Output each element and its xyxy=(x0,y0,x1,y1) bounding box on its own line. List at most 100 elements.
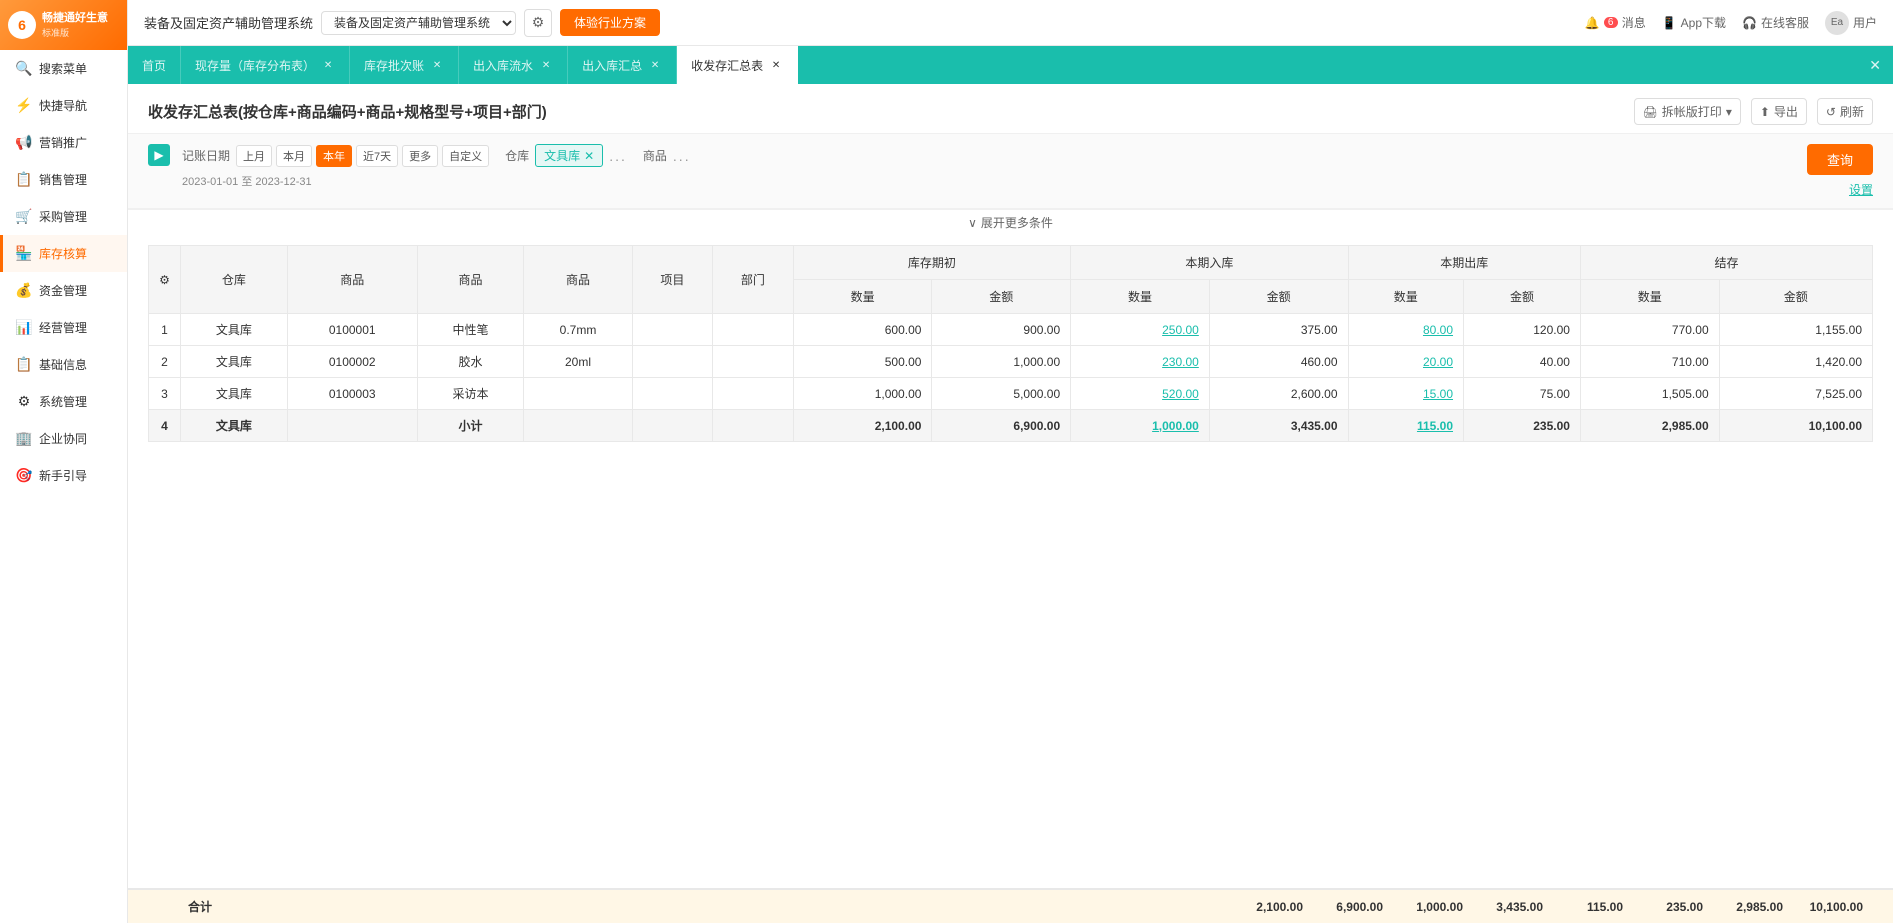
store-icon: 🏪 xyxy=(15,245,33,262)
print-label: 拆帐版打印 xyxy=(1662,103,1722,120)
footer-opening-qty: 2,100.00 xyxy=(1233,900,1313,914)
row-opening-amt: 1,000.00 xyxy=(932,346,1071,378)
sidebar-item-label: 新手引导 xyxy=(39,467,87,484)
export-label: 导出 xyxy=(1774,103,1798,120)
phone-icon: 📱 xyxy=(1662,16,1677,30)
footer-balance-amt: 10,100.00 xyxy=(1793,900,1873,914)
filter-row-1: 记账日期 上月 本月 本年 近7天 更多 自定义 xyxy=(182,144,1791,167)
row-out-qty[interactable]: 15.00 xyxy=(1348,378,1463,410)
row-goods-spec: 0.7mm xyxy=(524,314,632,346)
settings-button[interactable]: ⚙ xyxy=(524,9,552,37)
app-subtitle: 标准版 xyxy=(42,26,108,39)
row-in-qty[interactable]: 1,000.00 xyxy=(1071,410,1210,442)
row-in-qty[interactable]: 230.00 xyxy=(1071,346,1210,378)
row-goods-spec xyxy=(524,410,632,442)
tabs-close-all-button[interactable]: ✕ xyxy=(1857,57,1893,74)
chevron-down-icon: ▾ xyxy=(1726,105,1732,119)
sidebar-item-inventory[interactable]: 🏪 库存核算 xyxy=(0,235,127,272)
sidebar-item-finance[interactable]: 💰 资金管理 xyxy=(0,272,127,309)
system-selector[interactable]: 装备及固定资产辅助管理系统 xyxy=(321,11,516,35)
sidebar-item-operations[interactable]: 📊 经营管理 xyxy=(0,309,127,346)
row-goods-spec xyxy=(524,378,632,410)
date-more[interactable]: 更多 xyxy=(402,145,438,167)
goods-filter-label: 商品 xyxy=(643,147,667,164)
filter-expand-arrow[interactable]: ▶ xyxy=(148,144,170,166)
row-out-qty[interactable]: 20.00 xyxy=(1348,346,1463,378)
row-warehouse: 文具库 xyxy=(181,410,288,442)
sidebar-item-purchase[interactable]: 🛒 采购管理 xyxy=(0,198,127,235)
row-balance-amt: 1,155.00 xyxy=(1719,314,1872,346)
tab-close-icon[interactable]: ✕ xyxy=(769,58,783,72)
sidebar-item-label: 采购管理 xyxy=(39,208,87,225)
row-balance-qty: 2,985.00 xyxy=(1580,410,1719,442)
money-icon: 💰 xyxy=(15,282,33,299)
warehouse-more[interactable]: ... xyxy=(609,148,627,164)
tab-inout-flow[interactable]: 出入库流水 ✕ xyxy=(459,46,568,84)
date-7days[interactable]: 近7天 xyxy=(356,145,398,167)
topbar: 装备及固定资产辅助管理系统 装备及固定资产辅助管理系统 ⚙ 体验行业方案 🔔 6… xyxy=(128,0,1893,46)
tab-inout-summary[interactable]: 出入库汇总 ✕ xyxy=(568,46,677,84)
settings-link[interactable]: 设置 xyxy=(1849,181,1873,198)
bell-icon: 🔔 xyxy=(1585,16,1600,30)
tab-home[interactable]: 首页 xyxy=(128,46,181,84)
messages-badge: 6 xyxy=(1604,17,1618,28)
app-download-item[interactable]: 📱 App下载 xyxy=(1662,14,1726,31)
row-out-qty[interactable]: 115.00 xyxy=(1348,410,1463,442)
info-icon: 📋 xyxy=(15,356,33,373)
page-title: 收发存汇总表(按仓库+商品编码+商品+规格型号+项目+部门) xyxy=(148,101,547,122)
messages-item[interactable]: 🔔 6 消息 xyxy=(1585,14,1646,31)
row-goods-code: 0100002 xyxy=(287,346,417,378)
sidebar-item-newbie[interactable]: 🎯 新手引导 xyxy=(0,457,127,494)
tab-close-icon[interactable]: ✕ xyxy=(430,58,444,72)
online-service-label: 在线客服 xyxy=(1761,14,1809,31)
goods-more[interactable]: ... xyxy=(673,148,691,164)
tab-collect-summary[interactable]: 收发存汇总表 ✕ xyxy=(677,46,798,84)
tab-label: 收发存汇总表 xyxy=(691,57,763,74)
filter-body: 记账日期 上月 本月 本年 近7天 更多 自定义 xyxy=(182,144,1791,189)
row-opening-qty: 2,100.00 xyxy=(793,410,932,442)
date-custom[interactable]: 自定义 xyxy=(442,145,489,167)
row-out-qty[interactable]: 80.00 xyxy=(1348,314,1463,346)
date-curr-year[interactable]: 本年 xyxy=(316,145,352,167)
tab-batch[interactable]: 库存批次账 ✕ xyxy=(350,46,459,84)
sidebar-item-marketing[interactable]: 📢 营销推广 xyxy=(0,124,127,161)
footer-in-qty: 1,000.00 xyxy=(1393,900,1473,914)
sidebar-item-quick-nav[interactable]: ⚡ 快捷导航 xyxy=(0,87,127,124)
headset-icon: 🎧 xyxy=(1742,16,1757,30)
query-button[interactable]: 查询 xyxy=(1807,144,1873,175)
expand-more-btn[interactable]: ∨ 展开更多条件 xyxy=(128,209,1893,235)
date-curr-month[interactable]: 本月 xyxy=(276,145,312,167)
export-button[interactable]: ⬆ 导出 xyxy=(1751,98,1807,125)
data-table-area: ⚙ 仓库 商品 商品 商品 项目 部门 库存期初 本期入库 本期出库 结存 数量 xyxy=(128,235,1893,888)
row-in-qty[interactable]: 520.00 xyxy=(1071,378,1210,410)
chart-icon: 📊 xyxy=(15,319,33,336)
sidebar-logo: 6 xyxy=(8,11,36,39)
row-in-qty[interactable]: 250.00 xyxy=(1071,314,1210,346)
sidebar-item-enterprise[interactable]: 🏢 企业协同 xyxy=(0,420,127,457)
data-table: ⚙ 仓库 商品 商品 商品 项目 部门 库存期初 本期入库 本期出库 结存 数量 xyxy=(148,245,1873,442)
refresh-button[interactable]: ↺ 刷新 xyxy=(1817,98,1873,125)
sidebar-item-base-info[interactable]: 📋 基础信息 xyxy=(0,346,127,383)
print-button[interactable]: 🖨 拆帐版打印 ▾ xyxy=(1634,98,1741,125)
col-header-goods-code: 商品 xyxy=(287,246,417,314)
col-balance-amt: 金额 xyxy=(1719,280,1872,314)
sidebar-item-search[interactable]: 🔍 搜索菜单 xyxy=(0,50,127,87)
online-service-item[interactable]: 🎧 在线客服 xyxy=(1742,14,1809,31)
sidebar-item-sales[interactable]: 📋 销售管理 xyxy=(0,161,127,198)
trial-button[interactable]: 体验行业方案 xyxy=(560,9,660,36)
col-header-warehouse: 仓库 xyxy=(181,246,288,314)
warehouse-remove-icon[interactable]: ✕ xyxy=(584,149,594,163)
sidebar-item-system[interactable]: ⚙ 系统管理 xyxy=(0,383,127,420)
page-actions: 🖨 拆帐版打印 ▾ ⬆ 导出 ↺ 刷新 xyxy=(1634,98,1873,125)
table-settings-header[interactable]: ⚙ xyxy=(149,246,181,314)
gear-icon: ⚙ xyxy=(15,393,33,410)
tab-close-icon[interactable]: ✕ xyxy=(648,58,662,72)
tab-close-icon[interactable]: ✕ xyxy=(539,58,553,72)
sidebar: 6 畅捷通好生意 标准版 🔍 搜索菜单 ⚡ 快捷导航 📢 营销推广 📋 销售管理… xyxy=(0,0,128,923)
tab-close-icon[interactable]: ✕ xyxy=(321,58,335,72)
tab-stock-dist[interactable]: 现存量（库存分布表） ✕ xyxy=(181,46,350,84)
date-prev-month[interactable]: 上月 xyxy=(236,145,272,167)
user-item[interactable]: Ea 用户 xyxy=(1825,11,1877,35)
col-in-amt: 金额 xyxy=(1209,280,1348,314)
row-in-amt: 2,600.00 xyxy=(1209,378,1348,410)
